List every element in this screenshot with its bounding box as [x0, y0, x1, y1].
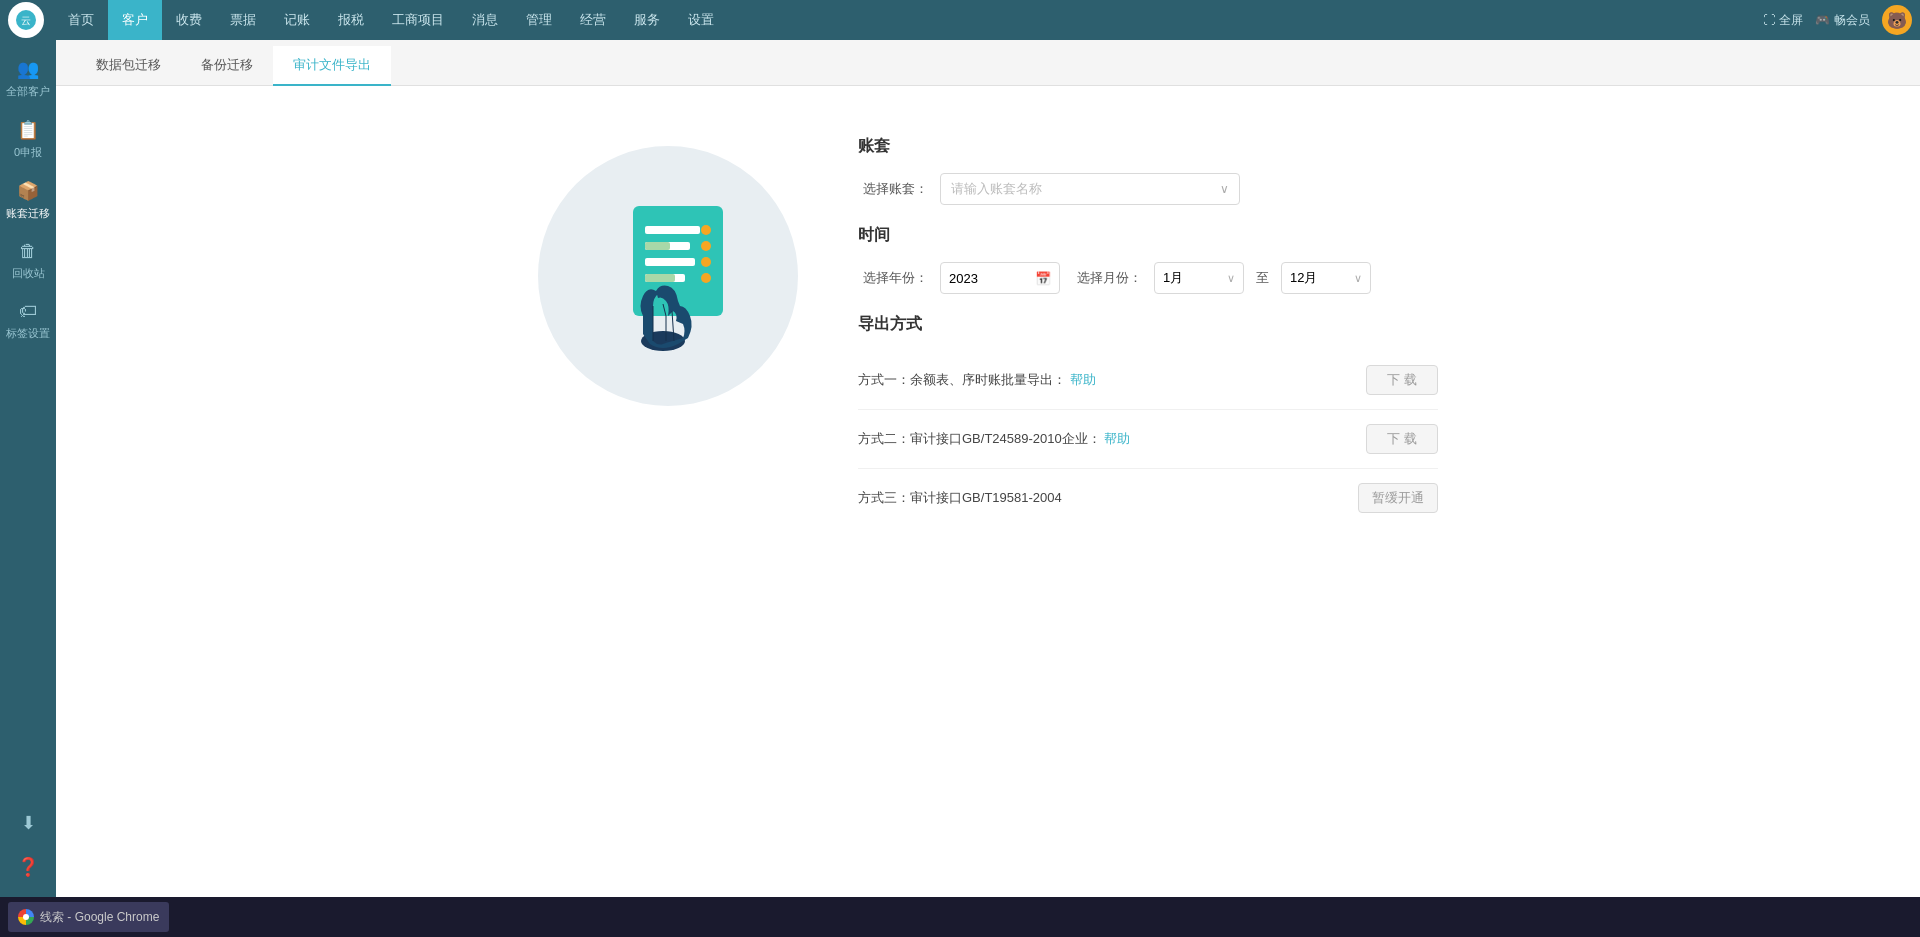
page-body: 账套 选择账套： 请输入账套名称 ∨ 时间 选择年份： 2023 📅	[56, 86, 1920, 897]
fullscreen-button[interactable]: ⛶ 全屏	[1763, 12, 1803, 29]
sidebar-bottom: ⬇ ❓	[0, 803, 56, 897]
to-separator: 至	[1256, 269, 1269, 287]
time-section-title: 时间	[858, 225, 1438, 246]
app-logo: 云	[8, 2, 44, 38]
account-placeholder: 请输入账套名称	[951, 180, 1042, 198]
account-label: 选择账套：	[858, 180, 928, 198]
svg-text:云: 云	[21, 15, 31, 26]
account-select[interactable]: 请输入账套名称 ∨	[940, 173, 1240, 205]
content-area: 数据包迁移 备份迁移 审计文件导出	[56, 40, 1920, 897]
svg-point-9	[701, 257, 711, 267]
tab-audit-export[interactable]: 审计文件导出	[273, 46, 391, 86]
illustration-svg	[588, 186, 748, 366]
method-3-label: 方式三：审计接口GB/T19581-2004	[858, 489, 1062, 507]
taskbar-item-label: 线索 - Google Chrome	[40, 909, 159, 926]
sidebar-help-button[interactable]: ❓	[0, 847, 56, 887]
method-2-help-link[interactable]: 帮助	[1104, 431, 1130, 446]
main-layout: 👥 全部客户 📋 0申报 📦 账套迁移 🗑 回收站 🏷 标签设置 ⬇ ❓ 数据包…	[0, 40, 1920, 897]
month-start-arrow: ∨	[1227, 272, 1235, 285]
method-3-unlock-button[interactable]: 暂缓开通	[1358, 483, 1438, 513]
customers-icon: 👥	[17, 58, 39, 80]
svg-point-8	[701, 241, 711, 251]
svg-rect-11	[645, 242, 670, 250]
nav-settings[interactable]: 设置	[674, 0, 728, 40]
sidebar-item-tags[interactable]: 🏷 标签设置	[0, 291, 56, 351]
sidebar-item-account-migration[interactable]: 📦 账套迁移	[0, 170, 56, 231]
svg-rect-3	[645, 226, 700, 234]
method-1-help-link[interactable]: 帮助	[1070, 372, 1096, 387]
nav-menu: 首页 客户 收费 票据 记账 报税 工商项目 消息 管理 经营 服务 设置	[54, 0, 1763, 40]
top-nav-right: ⛶ 全屏 🎮 畅会员 🐻	[1763, 5, 1912, 35]
sidebar-download-button[interactable]: ⬇	[0, 803, 56, 843]
nav-business[interactable]: 工商项目	[378, 0, 458, 40]
migration-icon: 📦	[17, 180, 39, 202]
export-method-1: 方式一：余额表、序时账批量导出： 帮助 下 载	[858, 351, 1438, 410]
member-icon: 🎮	[1815, 13, 1830, 27]
left-sidebar: 👥 全部客户 📋 0申报 📦 账套迁移 🗑 回收站 🏷 标签设置 ⬇ ❓	[0, 40, 56, 897]
form-area: 账套 选择账套： 请输入账套名称 ∨ 时间 选择年份： 2023 📅	[858, 126, 1438, 527]
method-1-download-button[interactable]: 下 载	[1366, 365, 1438, 395]
sidebar-item-recycle[interactable]: 🗑 回收站	[0, 231, 56, 291]
illustration-area	[538, 146, 798, 406]
svg-rect-5	[645, 258, 695, 266]
taskbar: 线索 - Google Chrome	[0, 897, 1920, 937]
export-method-3: 方式三：审计接口GB/T19581-2004 暂缓开通	[858, 469, 1438, 527]
svg-rect-12	[645, 274, 675, 282]
sidebar-item-all-customers[interactable]: 👥 全部客户	[0, 48, 56, 109]
tab-data-migration[interactable]: 数据包迁移	[76, 46, 181, 86]
calendar-icon: 📅	[1035, 271, 1051, 286]
nav-operations[interactable]: 经营	[566, 0, 620, 40]
year-input[interactable]: 2023 📅	[940, 262, 1060, 294]
tags-icon: 🏷	[19, 301, 37, 322]
nav-bills[interactable]: 票据	[216, 0, 270, 40]
taskbar-chrome-item[interactable]: 线索 - Google Chrome	[8, 902, 169, 932]
nav-messages[interactable]: 消息	[458, 0, 512, 40]
export-method-2: 方式二：审计接口GB/T24589-2010企业： 帮助 下 载	[858, 410, 1438, 469]
time-select-row: 选择年份： 2023 📅 选择月份： 1月 ∨ 至 12月 ∨	[858, 262, 1438, 294]
month-label: 选择月份：	[1072, 269, 1142, 287]
year-value: 2023	[949, 271, 978, 286]
method-1-label: 方式一：余额表、序时账批量导出： 帮助	[858, 371, 1096, 389]
svg-point-10	[701, 273, 711, 283]
chrome-icon	[18, 909, 34, 925]
month-start-value: 1月	[1163, 269, 1183, 287]
nav-fees[interactable]: 收费	[162, 0, 216, 40]
fullscreen-icon: ⛶	[1763, 13, 1775, 27]
tab-backup-migration[interactable]: 备份迁移	[181, 46, 273, 86]
month-end-value: 12月	[1290, 269, 1317, 287]
account-select-row: 选择账套： 请输入账套名称 ∨	[858, 173, 1438, 205]
user-avatar[interactable]: 🐻	[1882, 5, 1912, 35]
account-dropdown-arrow: ∨	[1220, 182, 1229, 196]
recycle-icon: 🗑	[19, 241, 37, 262]
sub-tabs-bar: 数据包迁移 备份迁移 审计文件导出	[56, 40, 1920, 86]
member-button[interactable]: 🎮 畅会员	[1815, 12, 1870, 29]
month-start-select[interactable]: 1月 ∨	[1154, 262, 1244, 294]
top-navigation: 云 首页 客户 收费 票据 记账 报税 工商项目 消息 管理 经营 服务 设置 …	[0, 0, 1920, 40]
month-end-arrow: ∨	[1354, 272, 1362, 285]
account-section-title: 账套	[858, 136, 1438, 157]
year-label: 选择年份：	[858, 269, 928, 287]
method-2-download-button[interactable]: 下 载	[1366, 424, 1438, 454]
export-section-title: 导出方式	[858, 314, 1438, 335]
sidebar-item-zero-declare[interactable]: 📋 0申报	[0, 109, 56, 170]
nav-customers[interactable]: 客户	[108, 0, 162, 40]
declare-icon: 📋	[17, 119, 39, 141]
svg-point-7	[701, 225, 711, 235]
nav-home[interactable]: 首页	[54, 0, 108, 40]
nav-manage[interactable]: 管理	[512, 0, 566, 40]
nav-tax[interactable]: 报税	[324, 0, 378, 40]
month-end-select[interactable]: 12月 ∨	[1281, 262, 1371, 294]
nav-accounting[interactable]: 记账	[270, 0, 324, 40]
nav-service[interactable]: 服务	[620, 0, 674, 40]
method-2-label: 方式二：审计接口GB/T24589-2010企业： 帮助	[858, 430, 1130, 448]
